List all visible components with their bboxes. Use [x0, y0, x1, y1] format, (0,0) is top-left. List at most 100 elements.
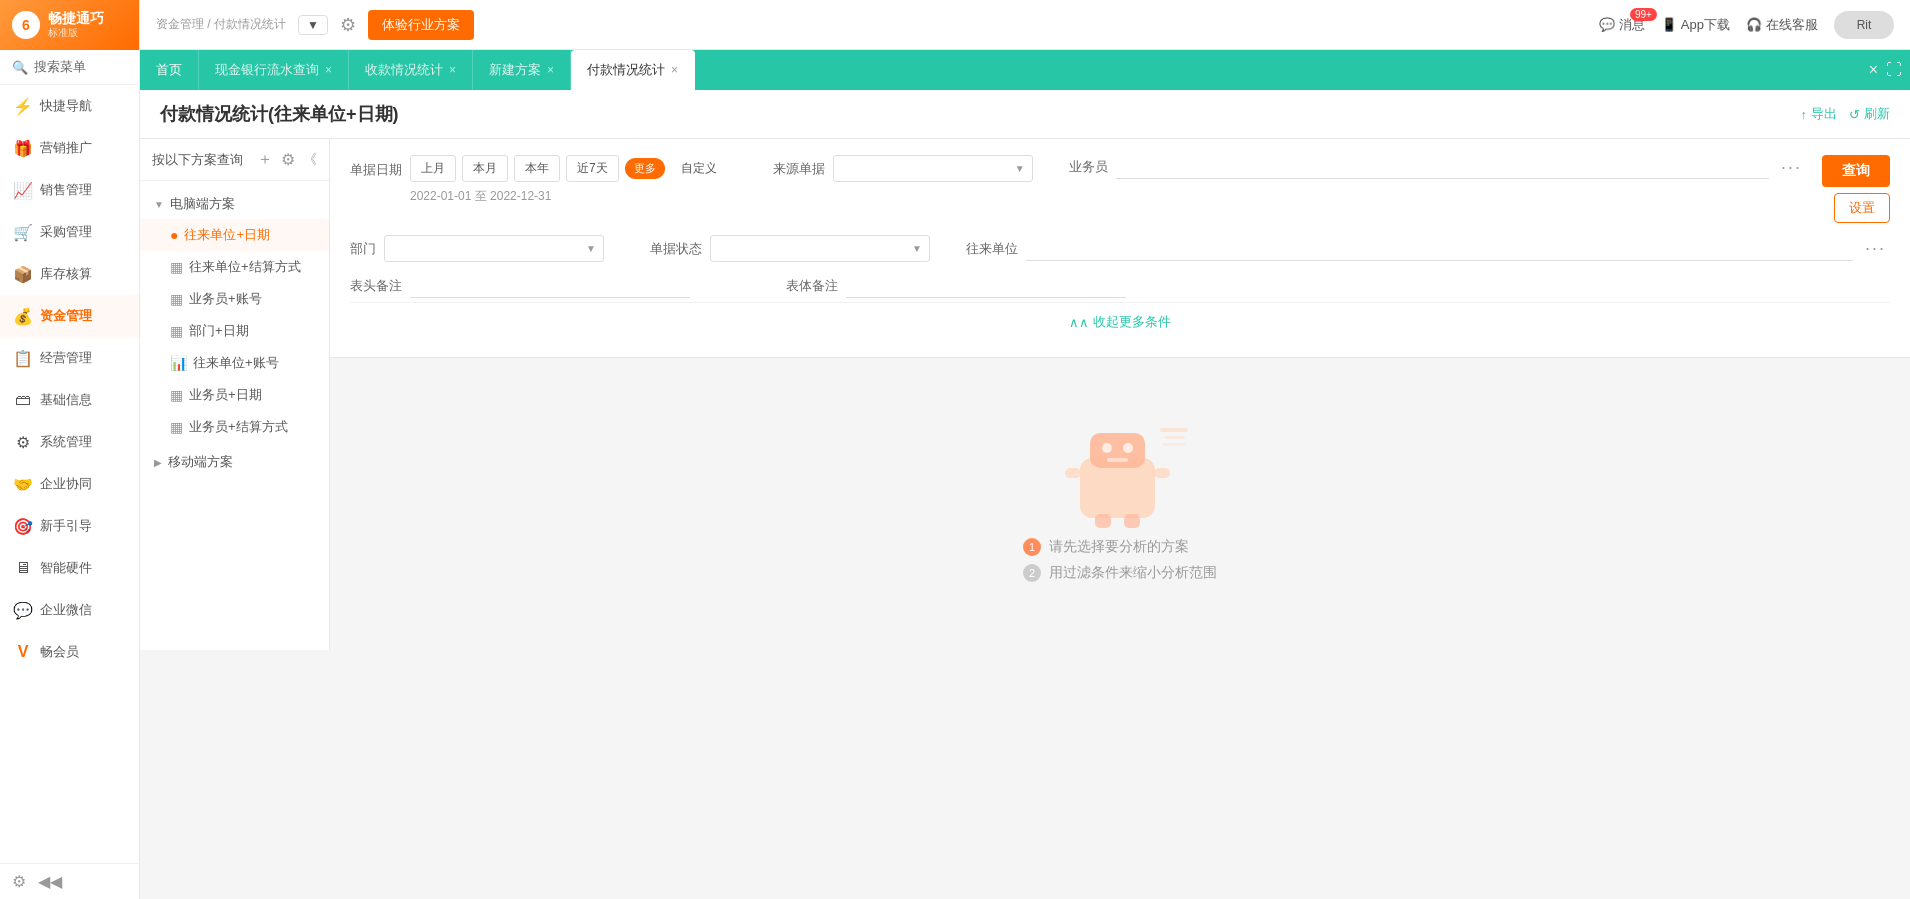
scheme-panel-title: 按以下方案查询	[152, 151, 243, 169]
collapse-sidebar-icon[interactable]: ◀◀	[38, 872, 62, 891]
sidebar-item-basic[interactable]: 🗃 基础信息	[0, 379, 139, 421]
scheme-add-icon[interactable]: ＋	[257, 149, 273, 170]
sidebar-item-marketing[interactable]: 🎁 营销推广	[0, 127, 139, 169]
user-avatar[interactable]: Rit	[1834, 11, 1894, 39]
sidebar-item-quick-nav[interactable]: ⚡ 快捷导航	[0, 85, 139, 127]
scheme-item-partner-settlement[interactable]: ▦ 往来单位+结算方式	[140, 251, 329, 283]
table-header-remark-input[interactable]	[410, 274, 690, 298]
refresh-button[interactable]: ↺ 刷新	[1849, 105, 1890, 123]
date-btn-this-year[interactable]: 本年	[514, 155, 560, 182]
export-button[interactable]: ↑ 导出	[1801, 105, 1838, 123]
header-right: 💬 消息 99+ 📱 App下载 🎧 在线客服 Rit	[1599, 11, 1894, 39]
tab-home[interactable]: 首页	[140, 50, 199, 90]
staff-filter-input[interactable]	[1116, 155, 1769, 179]
partner-filter-input[interactable]	[1026, 237, 1853, 261]
header-dropdown[interactable]: ▼	[298, 15, 328, 35]
scheme-group-desktop-header[interactable]: ▼ 电脑端方案	[140, 189, 329, 219]
tab-close-bank-flow[interactable]: ×	[325, 63, 332, 77]
scheme-item-staff-account[interactable]: ▦ 业务员+账号	[140, 283, 329, 315]
collapse-more-button[interactable]: ∧∧ 收起更多条件	[1069, 313, 1171, 331]
date-btn-last-month[interactable]: 上月	[410, 155, 456, 182]
tab-receipt-stats[interactable]: 收款情况统计 ×	[349, 50, 473, 90]
date-btn-last-7-days[interactable]: 近7天	[566, 155, 619, 182]
tab-close-all-icon[interactable]: ×	[1869, 61, 1878, 79]
scheme-item-partner-date[interactable]: ● 往来单位+日期	[140, 219, 329, 251]
page-header: 付款情况统计(往来单位+日期) ↑ 导出 ↺ 刷新	[140, 90, 1910, 139]
sidebar-item-hardware[interactable]: 🖥 智能硬件	[0, 547, 139, 589]
staff-dots-button[interactable]: ···	[1777, 157, 1806, 178]
sidebar-item-operation[interactable]: 📋 经营管理	[0, 337, 139, 379]
sidebar-item-label: 基础信息	[40, 391, 92, 409]
sidebar-item-inventory[interactable]: 📦 库存核算	[0, 253, 139, 295]
sidebar-item-guide[interactable]: 🎯 新手引导	[0, 505, 139, 547]
app-download-btn[interactable]: 📱 App下载	[1661, 16, 1730, 34]
tab-expand-icon[interactable]: ⛶	[1886, 61, 1902, 79]
partner-label: 往来单位	[966, 240, 1018, 258]
scheme-icon-2: ▦	[170, 291, 183, 307]
tab-close-receipt-stats[interactable]: ×	[449, 63, 456, 77]
bill-status-select[interactable]	[710, 235, 930, 262]
active-scheme-icon: ●	[170, 227, 178, 243]
sidebar-item-label: 系统管理	[40, 433, 92, 451]
bill-date-label: 单据日期	[350, 155, 402, 179]
scheme-panel-header: 按以下方案查询 ＋ ⚙ 《	[140, 139, 329, 181]
tab-close-new-scheme[interactable]: ×	[547, 63, 554, 77]
partner-dots-button[interactable]: ···	[1861, 238, 1890, 259]
svg-rect-11	[1162, 443, 1186, 446]
arrow-right-icon: ▶	[154, 457, 162, 468]
source-bill-label: 来源单据	[773, 160, 825, 178]
scheme-icon-4: ▦	[170, 387, 183, 403]
logo-text-wrap: 畅捷通巧 标准版	[48, 10, 104, 41]
scheme-item-label: 往来单位+结算方式	[189, 258, 301, 276]
date-btn-custom[interactable]: 自定义	[671, 156, 727, 181]
date-btn-this-month[interactable]: 本月	[462, 155, 508, 182]
export-icon: ↑	[1801, 107, 1808, 122]
tab-new-scheme[interactable]: 新建方案 ×	[473, 50, 571, 90]
tab-payment-stats[interactable]: 付款情况统计 ×	[571, 50, 695, 90]
scheme-icon-1: ▦	[170, 259, 183, 275]
sidebar-item-label: 畅会员	[40, 643, 79, 661]
scheme-item-staff-settlement[interactable]: ▦ 业务员+结算方式	[140, 411, 329, 443]
header-settings-icon[interactable]: ⚙	[340, 14, 356, 36]
scheme-item-partner-date-label: 往来单位+日期	[184, 226, 270, 244]
scheme-item-label: 业务员+结算方式	[189, 418, 288, 436]
sidebar-item-sales[interactable]: 📈 销售管理	[0, 169, 139, 211]
scheme-item-staff-date[interactable]: ▦ 业务员+日期	[140, 379, 329, 411]
date-btn-more[interactable]: 更多	[625, 158, 665, 179]
sidebar-item-system[interactable]: ⚙ 系统管理	[0, 421, 139, 463]
home-tab-label: 首页	[156, 61, 182, 79]
sidebar-item-label: 企业微信	[40, 601, 92, 619]
svg-rect-7	[1095, 514, 1111, 528]
inventory-icon: 📦	[14, 265, 32, 283]
sidebar-item-finance[interactable]: 💰 资金管理	[0, 295, 139, 337]
search-menu[interactable]: 🔍 搜索菜单	[0, 50, 139, 85]
sidebar-item-member[interactable]: V 畅会员	[0, 631, 139, 673]
messages-badge: 99+	[1630, 8, 1657, 21]
tab-bank-flow[interactable]: 现金银行流水查询 ×	[199, 50, 349, 90]
settings-icon[interactable]: ⚙	[12, 872, 26, 891]
sidebar-item-purchase[interactable]: 🛒 采购管理	[0, 211, 139, 253]
scheme-item-dept-date[interactable]: ▦ 部门+日期	[140, 315, 329, 347]
scheme-collapse-icon[interactable]: 《	[303, 151, 317, 169]
query-button[interactable]: 查询	[1822, 155, 1890, 187]
search-menu-label: 搜索菜单	[34, 58, 86, 76]
sidebar-item-wechat[interactable]: 💬 企业微信	[0, 589, 139, 631]
chevron-up-icon: ∧∧	[1069, 315, 1089, 330]
source-bill-select[interactable]	[833, 155, 1033, 182]
tab-close-payment-stats[interactable]: ×	[671, 63, 678, 77]
trial-button[interactable]: 体验行业方案	[368, 10, 474, 40]
sidebar-item-enterprise[interactable]: 🤝 企业协同	[0, 463, 139, 505]
table-body-remark-input[interactable]	[846, 274, 1126, 298]
finance-icon: 💰	[14, 307, 32, 325]
scheme-item-partner-account[interactable]: 📊 往来单位+账号	[140, 347, 329, 379]
settings-button[interactable]: 设置	[1834, 193, 1890, 223]
scheme-settings-icon[interactable]: ⚙	[281, 150, 295, 169]
headset-icon: 🎧	[1746, 17, 1762, 32]
dept-select[interactable]	[384, 235, 604, 262]
guide-icon: 🎯	[14, 517, 32, 535]
sales-icon: 📈	[14, 181, 32, 199]
scheme-group-mobile-header[interactable]: ▶ 移动端方案	[140, 447, 329, 477]
svg-rect-10	[1165, 436, 1185, 439]
service-btn[interactable]: 🎧 在线客服	[1746, 16, 1818, 34]
messages-btn[interactable]: 💬 消息 99+	[1599, 16, 1645, 34]
